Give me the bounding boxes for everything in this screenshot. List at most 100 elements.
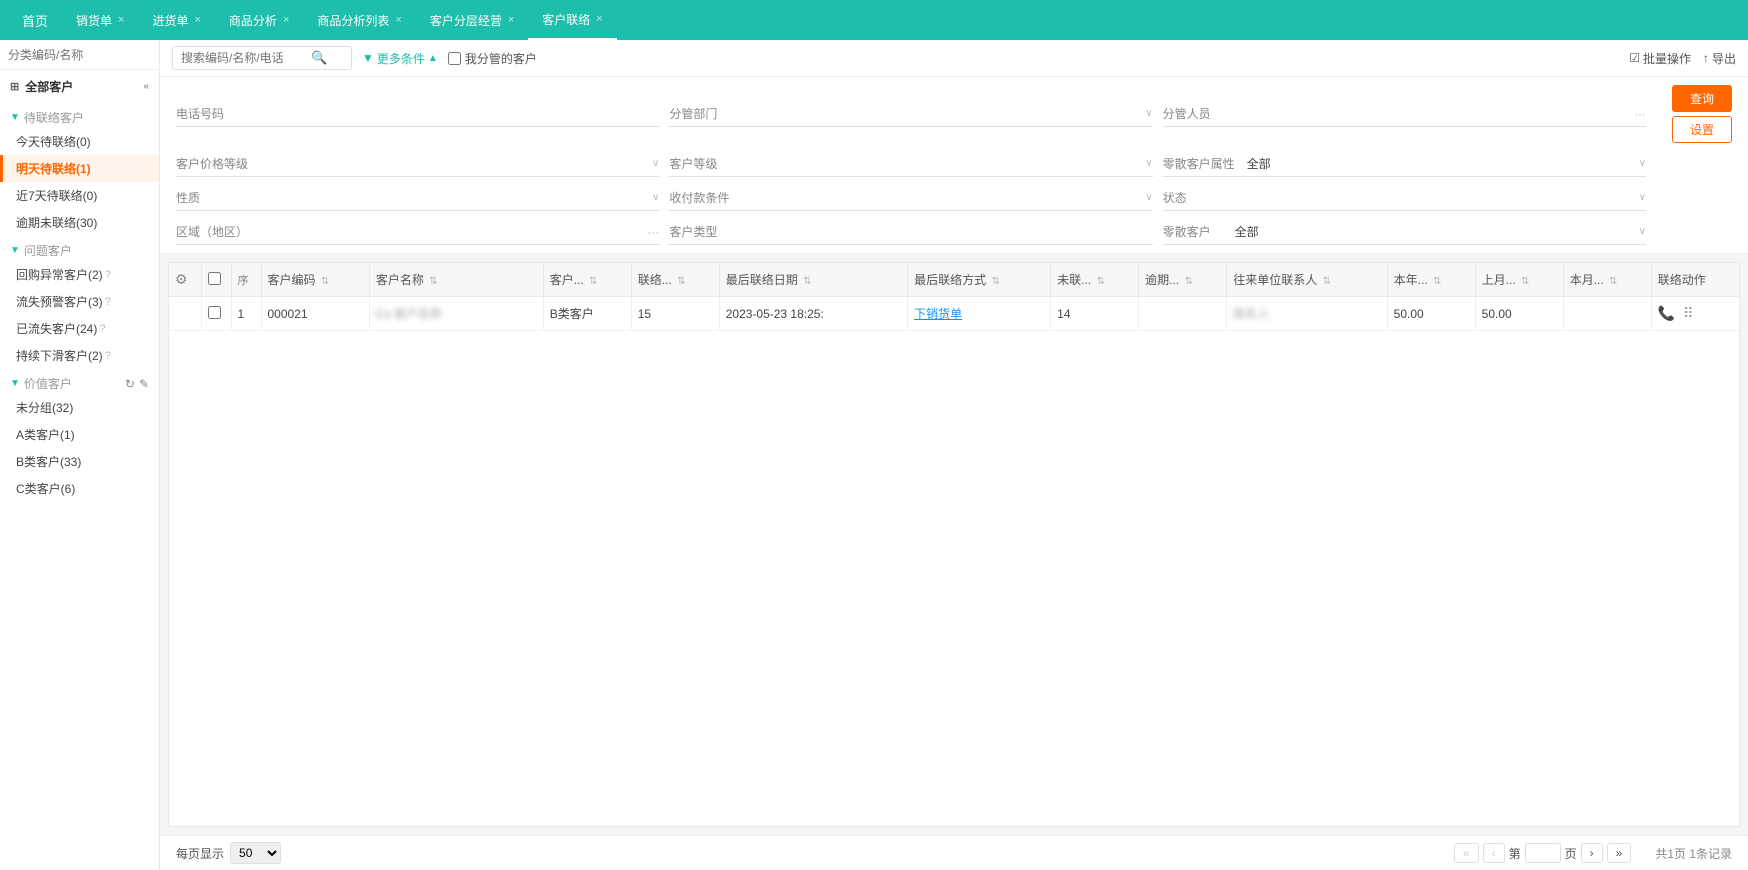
region-dots[interactable]: ···	[647, 225, 659, 239]
th-gear[interactable]: ⚙	[169, 263, 201, 297]
set-button[interactable]: 设置	[1672, 116, 1732, 143]
th-unit-contact[interactable]: 往来单位联系人 ⇅	[1227, 263, 1387, 297]
nav-home[interactable]: 首页	[8, 0, 62, 40]
manager-dots[interactable]: ···	[1634, 107, 1646, 121]
toolbar-my-customers-checkbox[interactable]: 我分管的客户	[448, 50, 537, 67]
prev-page-btn[interactable]: ‹	[1483, 843, 1505, 863]
last-page-btn[interactable]: »	[1607, 843, 1632, 863]
filter-row-2: 客户价格等级 ∨ 客户等级 ∨ 零散客户属性 全部 ∨	[176, 151, 1732, 177]
select-all-checkbox[interactable]	[208, 272, 221, 285]
nav-close-product-analysis-list[interactable]: ×	[395, 14, 401, 26]
phone-action-icon[interactable]: 📞	[1658, 305, 1675, 322]
sidebar-all-customers[interactable]: ⊞ 全部客户 «	[0, 70, 159, 103]
retail-attr-arrow[interactable]: ∨	[1639, 158, 1646, 169]
th-contact[interactable]: 联络... ⇅	[631, 263, 719, 297]
edit-icon[interactable]: ✎	[139, 377, 149, 391]
help-icon-2[interactable]: ?	[99, 323, 105, 335]
th-type[interactable]: 客户... ⇅	[543, 263, 631, 297]
td-code[interactable]: 000021	[261, 297, 369, 331]
td-action: 📞 ⠿	[1651, 297, 1739, 331]
filter-customer-type-label: 客户类型	[669, 223, 729, 240]
sidebar-7day-pending[interactable]: 近7天待联络(0)	[0, 182, 159, 209]
sort-icon-name: ⇅	[429, 276, 437, 287]
filter-status: 状态 ∨	[1163, 185, 1646, 211]
gear-icon[interactable]: ⚙	[175, 271, 188, 287]
toolbar-batch-btn[interactable]: ☑ 批量操作	[1629, 50, 1691, 67]
td-checkbox-cell[interactable]	[201, 297, 231, 331]
sidebar-class-b[interactable]: B类客户(33)	[0, 448, 159, 475]
help-icon-1[interactable]: ?	[105, 296, 111, 308]
table-header: ⚙ 序 客户编码 ⇅ 客户名称	[169, 263, 1739, 297]
sort-icon-unit-contact: ⇅	[1323, 276, 1331, 287]
nav-close-sales-order[interactable]: ×	[118, 14, 124, 26]
price-level-arrow[interactable]: ∨	[652, 158, 659, 169]
sidebar-abnormal-repurchase[interactable]: 回购异常客户(2) ?	[0, 261, 159, 288]
table-header-row: ⚙ 序 客户编码 ⇅ 客户名称	[169, 263, 1739, 297]
td-last-method[interactable]: 下销货单	[908, 297, 1051, 331]
th-overdue[interactable]: 逾期... ⇅	[1139, 263, 1227, 297]
nav-close-product-analysis[interactable]: ×	[283, 14, 289, 26]
toolbar-filter-btn[interactable]: ▼ 更多条件 ▲	[362, 50, 438, 67]
th-code[interactable]: 客户编码 ⇅	[261, 263, 369, 297]
customer-level-arrow[interactable]: ∨	[1145, 158, 1152, 169]
last-method-link[interactable]: 下销货单	[914, 307, 962, 321]
nav-sales-order[interactable]: 销货单 ×	[62, 0, 138, 40]
query-button[interactable]: 查询	[1672, 85, 1732, 112]
sidebar-pending-group-label: ▼ 待联络客户	[0, 103, 159, 128]
status-arrow[interactable]: ∨	[1639, 192, 1646, 203]
th-last-date[interactable]: 最后联络日期 ⇅	[719, 263, 907, 297]
nav-product-analysis-list[interactable]: 商品分析列表 ×	[303, 0, 415, 40]
th-name[interactable]: 客户名称 ⇅	[369, 263, 543, 297]
help-icon-0[interactable]: ?	[105, 269, 111, 281]
sidebar-search-input[interactable]	[8, 48, 160, 62]
my-customers-check[interactable]	[448, 52, 461, 65]
sidebar-class-a[interactable]: A类客户(1)	[0, 421, 159, 448]
nature-arrow[interactable]: ∨	[652, 192, 659, 203]
toolbar-export-btn[interactable]: ↑ 导出	[1703, 50, 1736, 67]
filter-phone-input[interactable]	[244, 107, 659, 121]
nav-close-customer-contact[interactable]: ×	[596, 13, 602, 25]
th-last-method[interactable]: 最后联络方式 ⇅	[908, 263, 1051, 297]
sidebar-overdue-pending[interactable]: 逾期未联络(30)	[0, 209, 159, 236]
dept-arrow[interactable]: ∨	[1145, 108, 1152, 119]
toolbar-search-input[interactable]	[181, 51, 311, 65]
filter-status-label: 状态	[1163, 189, 1223, 206]
filter-price-level: 客户价格等级 ∨	[176, 151, 659, 177]
sidebar-class-c[interactable]: C类客户(6)	[0, 475, 159, 502]
th-not-contacted[interactable]: 未联... ⇅	[1051, 263, 1139, 297]
sidebar-today-pending[interactable]: 今天待联络(0)	[0, 128, 159, 155]
filter-dept: 分管部门 ∨	[669, 101, 1152, 127]
nav-product-analysis[interactable]: 商品分析 ×	[215, 0, 303, 40]
th-last-month[interactable]: 上月... ⇅	[1475, 263, 1563, 297]
sidebar-unclassified[interactable]: 未分组(32)	[0, 394, 159, 421]
sidebar-tomorrow-pending[interactable]: 明天待联络(1)	[0, 155, 159, 182]
filter-manager-label: 分管人员	[1163, 105, 1223, 122]
nav-customer-segment[interactable]: 客户分层经营 ×	[416, 0, 528, 40]
collapse-icon[interactable]: «	[143, 81, 149, 92]
refresh-icon[interactable]: ↻	[125, 377, 135, 391]
filter-row-1: 电话号码 分管部门 ∨ 分管人员 ··· 查询 设置	[176, 85, 1732, 143]
td-this-year: 50.00	[1387, 297, 1475, 331]
table-area: ⚙ 序 客户编码 ⇅ 客户名称	[168, 262, 1740, 827]
sidebar-churned[interactable]: 已流失客户(24) ?	[0, 315, 159, 342]
filter-manager: 分管人员 ···	[1163, 101, 1646, 127]
th-checkbox[interactable]	[201, 263, 231, 297]
nav-customer-contact[interactable]: 客户联络 ×	[528, 0, 616, 40]
retail-customer-arrow[interactable]: ∨	[1639, 226, 1646, 237]
help-icon-3[interactable]: ?	[105, 350, 111, 362]
qr-action-icon[interactable]: ⠿	[1683, 305, 1693, 322]
th-this-year[interactable]: 本年... ⇅	[1387, 263, 1475, 297]
toolbar-search-icon[interactable]: 🔍	[311, 50, 327, 66]
nav-purchase-order[interactable]: 进货单 ×	[138, 0, 214, 40]
next-page-btn[interactable]: ›	[1581, 843, 1603, 863]
row-checkbox[interactable]	[208, 306, 221, 319]
first-page-btn[interactable]: «	[1454, 843, 1479, 863]
payment-arrow[interactable]: ∨	[1145, 192, 1152, 203]
sidebar-declining[interactable]: 持续下滑客户(2) ?	[0, 342, 159, 369]
sidebar-churn-warning[interactable]: 流失预警客户(3) ?	[0, 288, 159, 315]
nav-close-customer-segment[interactable]: ×	[508, 14, 514, 26]
page-size-select[interactable]: 50 100 200	[230, 842, 281, 864]
th-this-month[interactable]: 本月... ⇅	[1563, 263, 1651, 297]
nav-close-purchase-order[interactable]: ×	[194, 14, 200, 26]
page-number-input[interactable]: 1	[1525, 843, 1561, 863]
